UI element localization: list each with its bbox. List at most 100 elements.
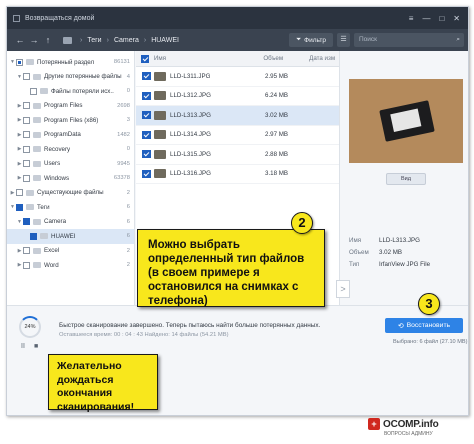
home-link[interactable]: Возвращаться домой bbox=[13, 14, 94, 22]
back-arrow-icon[interactable]: ← bbox=[13, 35, 27, 45]
tree-label: Program Files (x86) bbox=[44, 116, 99, 124]
checkbox[interactable] bbox=[23, 116, 30, 124]
checkbox[interactable] bbox=[23, 160, 30, 168]
search-icon[interactable]: ⌕ bbox=[456, 33, 460, 47]
file-checkbox[interactable] bbox=[142, 169, 151, 178]
checkbox[interactable] bbox=[23, 102, 30, 110]
checkbox[interactable] bbox=[23, 73, 30, 81]
forward-arrow-icon[interactable]: → bbox=[27, 35, 41, 45]
expand-icon[interactable]: ▶ bbox=[16, 161, 23, 167]
expand-icon[interactable]: ▶ bbox=[9, 190, 16, 196]
search-input[interactable]: Поиск ⌕ bbox=[354, 33, 464, 47]
expand-icon[interactable]: ▼ bbox=[16, 74, 23, 80]
expand-icon[interactable]: ▶ bbox=[16, 103, 23, 109]
expand-icon[interactable]: ▶ bbox=[16, 248, 23, 254]
scroll-right-arrow-icon[interactable]: > bbox=[336, 280, 350, 298]
restore-button[interactable]: ⟲ Восстановить bbox=[385, 318, 463, 333]
breadcrumb-huawei[interactable]: HUAWEI bbox=[151, 37, 179, 44]
breadcrumb-camera[interactable]: Camera bbox=[114, 37, 139, 44]
view-mode-button[interactable]: ☰ bbox=[337, 33, 350, 47]
expand-icon[interactable]: ▶ bbox=[16, 132, 23, 138]
checkbox[interactable] bbox=[23, 174, 30, 182]
checkbox[interactable] bbox=[23, 131, 30, 139]
file-size: 3.02 MB bbox=[265, 111, 289, 119]
tree-item-program-files[interactable]: ▶ Program Files 2698 bbox=[7, 99, 134, 114]
file-checkbox[interactable] bbox=[142, 130, 151, 139]
expand-icon[interactable]: ▶ bbox=[16, 117, 23, 123]
file-checkbox[interactable] bbox=[142, 111, 151, 120]
tree-label: Файлы потеряли исх.. bbox=[51, 87, 114, 95]
expand-icon[interactable]: ▼ bbox=[16, 219, 23, 225]
tree-item-lost-partition[interactable]: ▼ Потерянный раздел 86131 bbox=[7, 55, 134, 70]
tree-item-other-lost[interactable]: ▼ Другие потерянные файлы 4 bbox=[7, 70, 134, 85]
tag-icon bbox=[26, 204, 34, 211]
checkbox[interactable] bbox=[23, 145, 30, 153]
file-row[interactable]: LLD-L312.JPG 6.24 MB bbox=[136, 87, 339, 106]
checkbox[interactable] bbox=[23, 247, 30, 255]
pause-icon[interactable]: II bbox=[21, 343, 25, 350]
checkbox[interactable] bbox=[16, 189, 23, 197]
meta-size-row: Объем 3.02 MB bbox=[349, 249, 402, 256]
file-checkbox[interactable] bbox=[142, 91, 151, 100]
tree-item-users[interactable]: ▶ Users 9945 bbox=[7, 157, 134, 172]
file-checkbox[interactable] bbox=[142, 150, 151, 159]
tree-label: Существующие файлы bbox=[37, 189, 104, 197]
stop-icon[interactable]: ■ bbox=[34, 343, 38, 350]
tree-label: Excel bbox=[44, 247, 60, 255]
meta-value: IrfanView JPG File bbox=[379, 261, 431, 268]
maximize-icon[interactable]: □ bbox=[439, 14, 444, 23]
checkbox[interactable] bbox=[30, 232, 37, 240]
checkbox[interactable] bbox=[16, 58, 23, 66]
tree-item-huawei[interactable]: HUAWEI 6 bbox=[7, 229, 134, 244]
file-row[interactable]: LLD-L314.JPG 2.97 MB bbox=[136, 126, 339, 145]
breadcrumb-tags[interactable]: Теги bbox=[87, 37, 101, 44]
file-row[interactable]: LLD-L311.JPG 2.95 MB bbox=[136, 67, 339, 87]
checkbox[interactable] bbox=[16, 203, 23, 211]
file-name: LLD-L314.JPG bbox=[170, 131, 211, 139]
column-name[interactable]: Имя bbox=[154, 55, 263, 62]
file-row[interactable]: LLD-L315.JPG 2.88 MB bbox=[136, 145, 339, 165]
expand-icon[interactable]: ▶ bbox=[16, 262, 23, 268]
tree-item-lost-names[interactable]: Файлы потеряли исх.. 0 bbox=[7, 84, 134, 99]
scan-details: Оставшееся время: 00 : 04 : 43 Найдено: … bbox=[59, 332, 229, 338]
tree-count: 2 bbox=[126, 247, 130, 254]
expand-icon[interactable]: ▼ bbox=[9, 204, 16, 210]
up-arrow-icon[interactable]: ↑ bbox=[41, 35, 55, 45]
menu-icon[interactable]: ≡ bbox=[409, 14, 414, 23]
file-row[interactable]: LLD-L316.JPG 3.18 MB bbox=[136, 165, 339, 184]
checkbox[interactable] bbox=[30, 87, 37, 95]
tree-item-programdata[interactable]: ▶ ProgramData 1482 bbox=[7, 128, 134, 143]
drive-icon bbox=[26, 189, 34, 196]
tree-label: Word bbox=[44, 261, 59, 269]
minimize-icon[interactable]: — bbox=[422, 14, 430, 23]
close-icon[interactable]: ✕ bbox=[453, 14, 460, 23]
meta-key: Объем bbox=[349, 249, 369, 256]
folder-icon bbox=[33, 218, 41, 225]
file-checkbox[interactable] bbox=[142, 72, 151, 81]
expand-icon[interactable]: ▶ bbox=[16, 175, 23, 181]
expand-icon[interactable]: ▶ bbox=[16, 146, 23, 152]
image-thumbnail bbox=[154, 110, 166, 120]
select-all-checkbox[interactable] bbox=[140, 54, 149, 63]
screenshot-root: { "titlebar": { "back_label": "Возвращат… bbox=[0, 0, 474, 444]
view-button[interactable]: Вид bbox=[386, 173, 426, 185]
tree-item-windows[interactable]: ▶ Windows 63378 bbox=[7, 171, 134, 186]
tree-item-tags[interactable]: ▼ Теги 6 bbox=[7, 200, 134, 215]
tree-item-existing-files[interactable]: ▶ Существующие файлы 2 bbox=[7, 186, 134, 201]
tree-item-excel[interactable]: ▶ Excel 2 bbox=[7, 244, 134, 259]
column-date[interactable]: Дата изм bbox=[309, 55, 339, 62]
file-row[interactable]: LLD-L313.JPG 3.02 MB bbox=[136, 106, 339, 126]
checkbox[interactable] bbox=[23, 261, 30, 269]
expand-icon[interactable]: ▼ bbox=[9, 59, 16, 65]
filter-button[interactable]: ⏷ Фильтр bbox=[289, 33, 333, 47]
tree-count: 2 bbox=[126, 262, 130, 269]
tree-item-camera[interactable]: ▼ Camera 6 bbox=[7, 215, 134, 230]
tree-count: 63378 bbox=[113, 175, 130, 182]
tree-item-program-files-x86[interactable]: ▶ Program Files (x86) 3 bbox=[7, 113, 134, 128]
tree-item-word[interactable]: ▶ Word 2 bbox=[7, 258, 134, 273]
column-size[interactable]: Объем bbox=[263, 55, 309, 62]
folder-icon bbox=[63, 36, 72, 44]
file-name: LLD-L315.JPG bbox=[170, 150, 211, 158]
checkbox[interactable] bbox=[23, 218, 30, 226]
tree-item-recovery[interactable]: ▶ Recovery 0 bbox=[7, 142, 134, 157]
